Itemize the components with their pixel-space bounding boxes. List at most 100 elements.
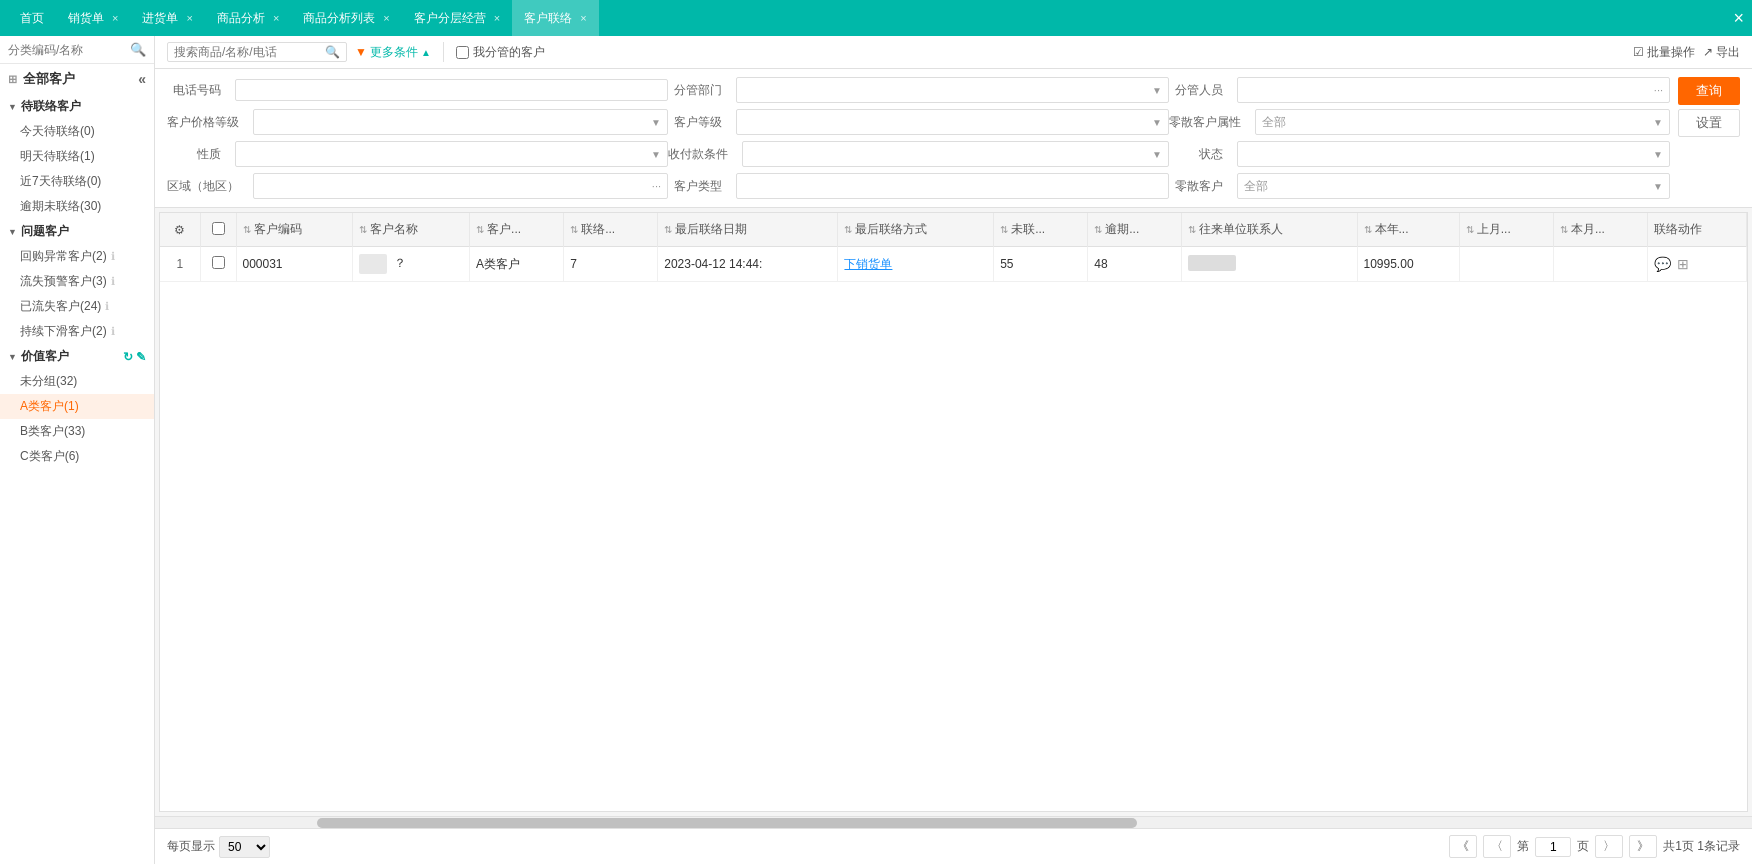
nav-product-analysis-list-close[interactable]: × xyxy=(383,12,389,24)
row-last-contact-method[interactable]: 下销货单 xyxy=(838,247,994,282)
prev-page-button[interactable]: 〈 xyxy=(1483,835,1511,858)
sidebar-item-repurchase-anomaly[interactable]: 回购异常客户(2) ℹ xyxy=(0,244,154,269)
table-header-contact-count[interactable]: 联络... xyxy=(564,213,658,247)
filter-price-grade-select[interactable]: ▼ xyxy=(253,109,668,135)
nav-sales-order[interactable]: 销货单 × xyxy=(56,0,130,36)
sidebar-item-today[interactable]: 今天待联络(0) xyxy=(0,119,154,144)
select-all-checkbox[interactable] xyxy=(212,222,225,235)
nav-product-analysis[interactable]: 商品分析 × xyxy=(205,0,291,36)
sidebar-item-declining[interactable]: 持续下滑客户(2) ℹ xyxy=(0,319,154,344)
sidebar-item-lost[interactable]: 已流失客户(24) ℹ xyxy=(0,294,154,319)
sidebar-item-c-class[interactable]: C类客户(6) xyxy=(0,444,154,469)
nav-product-analysis-list[interactable]: 商品分析列表 × xyxy=(291,0,401,36)
nav-sales-order-close[interactable]: × xyxy=(112,12,118,24)
sidebar-item-loss-warning[interactable]: 流失预警客户(3) ℹ xyxy=(0,269,154,294)
last-page-button[interactable]: 》 xyxy=(1629,835,1657,858)
sidebar-value-label: 价值客户 xyxy=(21,348,69,365)
table-header-contact-person[interactable]: 往来单位联系人 xyxy=(1182,213,1357,247)
table-header-gear[interactable]: ⚙ xyxy=(160,213,200,247)
filter-customer-type-select[interactable] xyxy=(736,173,1169,199)
value-edit-icon[interactable]: ✎ xyxy=(136,350,146,364)
sidebar-value-icons: ↻ ✎ xyxy=(123,350,146,364)
sidebar-problem-group[interactable]: ▼ 问题客户 xyxy=(0,219,154,244)
table-header-last-month[interactable]: 上月... xyxy=(1459,213,1553,247)
nav-customer-contact-close[interactable]: × xyxy=(580,12,586,24)
batch-operation-button[interactable]: ☑ 批量操作 xyxy=(1633,44,1695,61)
nav-home[interactable]: 首页 xyxy=(8,0,56,36)
sidebar-item-overdue[interactable]: 逾期未联络(30) xyxy=(0,194,154,219)
filter-retail-attr-select[interactable]: 全部 ▼ xyxy=(1255,109,1670,135)
horizontal-scrollbar[interactable] xyxy=(155,816,1752,828)
filter-nature-cell: 性质 ▼ xyxy=(167,141,668,167)
filter-dept-select[interactable]: ▼ xyxy=(736,77,1169,103)
filter-search-input[interactable] xyxy=(174,45,321,59)
sidebar-collapse-icon[interactable]: « xyxy=(138,71,146,87)
sidebar-item-a-class[interactable]: A类客户(1) xyxy=(0,394,154,419)
first-page-button[interactable]: 《 xyxy=(1449,835,1477,858)
filter-retail-select[interactable]: 全部 ▼ xyxy=(1237,173,1670,199)
nav-customer-segmentation-close[interactable]: × xyxy=(494,12,500,24)
row-contact-person xyxy=(1182,247,1357,282)
filter-dept-cell: 分管部门 ▼ xyxy=(668,77,1169,103)
page-size-selector: 每页显示 50 100 200 xyxy=(167,836,270,858)
page-size-select-input[interactable]: 50 100 200 xyxy=(219,836,270,858)
sidebar-item-7days[interactable]: 近7天待联络(0) xyxy=(0,169,154,194)
sidebar-item-b-class[interactable]: B类客户(33) xyxy=(0,419,154,444)
sidebar-value-group[interactable]: ▼ 价值客户 ↻ ✎ xyxy=(0,344,154,369)
filter-region-dots-icon: ··· xyxy=(652,180,661,192)
export-button[interactable]: ↗ 导出 xyxy=(1703,44,1740,61)
table-header-overdue[interactable]: 逾期... xyxy=(1088,213,1182,247)
filter-customer-grade-select[interactable]: ▼ xyxy=(736,109,1169,135)
row-this-month xyxy=(1553,247,1647,282)
table-header-this-month[interactable]: 本月... xyxy=(1553,213,1647,247)
sidebar-item-today-label: 今天待联络(0) xyxy=(20,123,95,140)
nav-product-analysis-list-label: 商品分析列表 xyxy=(303,10,375,27)
table-header-uncontacted[interactable]: 未联... xyxy=(994,213,1088,247)
sidebar-item-tomorrow[interactable]: 明天待联络(1) xyxy=(0,144,154,169)
row-overdue: 48 xyxy=(1088,247,1182,282)
filter-search-icon[interactable]: 🔍 xyxy=(325,45,340,59)
nav-product-analysis-close[interactable]: × xyxy=(273,12,279,24)
setting-button[interactable]: 设置 xyxy=(1678,109,1740,137)
table-header-customer-type[interactable]: 客户... xyxy=(470,213,564,247)
nav-purchase-order[interactable]: 进货单 × xyxy=(130,0,204,36)
table-header-last-contact-date[interactable]: 最后联络日期 xyxy=(658,213,838,247)
next-page-button[interactable]: 〉 xyxy=(1595,835,1623,858)
filter-phone-input[interactable] xyxy=(235,79,668,101)
window-close-icon[interactable]: × xyxy=(1733,8,1744,29)
sidebar-item-tomorrow-label: 明天待联络(1) xyxy=(20,148,95,165)
sidebar-search-icon[interactable]: 🔍 xyxy=(130,42,146,57)
query-button[interactable]: 查询 xyxy=(1678,77,1740,105)
sidebar-pending-label: 待联络客户 xyxy=(21,98,81,115)
my-customers-checkbox-input[interactable] xyxy=(456,46,469,59)
sidebar-pending-group[interactable]: ▼ 待联络客户 xyxy=(0,94,154,119)
nav-customer-segmentation[interactable]: 客户分层经营 × xyxy=(402,0,512,36)
row-uncontacted: 55 xyxy=(994,247,1088,282)
filter-customer-type-label: 客户类型 xyxy=(668,178,728,195)
sidebar-search-input[interactable] xyxy=(8,43,126,57)
nav-customer-contact[interactable]: 客户联络 × xyxy=(512,0,598,36)
filter-payment-select[interactable]: ▼ xyxy=(742,141,1169,167)
sidebar-item-unclassified[interactable]: 未分组(32) xyxy=(0,369,154,394)
filter-nature-select[interactable]: ▼ xyxy=(235,141,668,167)
export-label: 导出 xyxy=(1716,44,1740,61)
filter-region-select[interactable]: ··· xyxy=(253,173,668,199)
filter-status-select[interactable]: ▼ xyxy=(1237,141,1670,167)
table-header-this-year[interactable]: 本年... xyxy=(1357,213,1459,247)
filter-manager-select[interactable]: ··· xyxy=(1237,77,1670,103)
filter-payment-label: 收付款条件 xyxy=(668,146,734,163)
nav-purchase-order-close[interactable]: × xyxy=(186,12,192,24)
value-refresh-icon[interactable]: ↻ xyxy=(123,350,133,364)
scrollbar-thumb[interactable] xyxy=(317,818,1137,828)
action-link-icon[interactable]: ⊞ xyxy=(1677,256,1689,272)
table-header-last-contact-method[interactable]: 最后联络方式 xyxy=(838,213,994,247)
row-checkbox[interactable] xyxy=(212,256,225,269)
table-header-code[interactable]: 客户编码 xyxy=(236,213,353,247)
my-customers-checkbox[interactable]: 我分管的客户 xyxy=(456,44,545,61)
row-last-contact-link[interactable]: 下销货单 xyxy=(844,257,892,271)
page-number-input[interactable] xyxy=(1535,837,1571,857)
table-header-name[interactable]: 客户名称 xyxy=(353,213,470,247)
filter-more-button[interactable]: ▼ 更多条件 ▲ xyxy=(355,44,431,61)
action-message-icon[interactable]: 💬 xyxy=(1654,256,1671,272)
sidebar-problem-label: 问题客户 xyxy=(21,223,69,240)
